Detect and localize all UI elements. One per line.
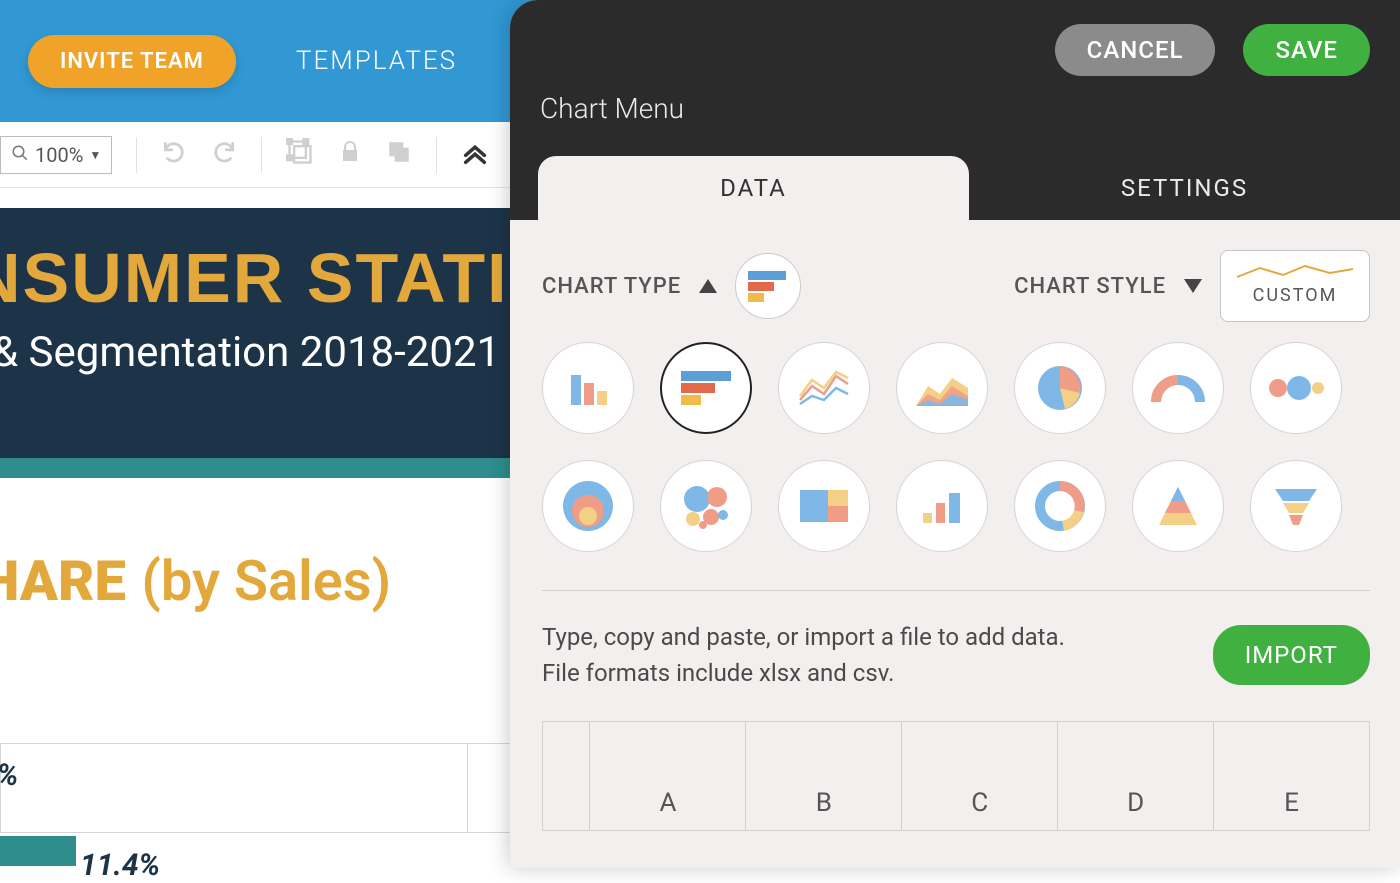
sheet-col-header[interactable]: E xyxy=(1213,722,1369,830)
caret-down-icon: ▼ xyxy=(89,148,101,162)
chart-type-donut-icon[interactable] xyxy=(1014,460,1106,552)
heading-main: HARE xyxy=(0,548,126,614)
zoom-select[interactable]: 100% ▼ xyxy=(0,136,112,174)
redo-icon[interactable] xyxy=(211,139,237,171)
group-icon[interactable] xyxy=(286,138,314,172)
tab-settings[interactable]: SETTINGS xyxy=(969,156,1400,220)
chart-type-pyramid-icon[interactable] xyxy=(1132,460,1224,552)
divider xyxy=(542,590,1370,591)
collapse-icon[interactable] xyxy=(461,139,489,171)
search-icon xyxy=(11,143,29,167)
custom-label: CUSTOM xyxy=(1253,285,1338,306)
chart-type-grid xyxy=(542,342,1370,552)
divider xyxy=(261,137,262,173)
chart-type-funnel-icon[interactable] xyxy=(1250,460,1342,552)
undo-icon[interactable] xyxy=(161,139,187,171)
heading-sub-text: (by Sales) xyxy=(141,548,391,614)
chart-style-custom-button[interactable]: CUSTOM xyxy=(1220,250,1370,322)
chart-type-line-icon[interactable] xyxy=(778,342,870,434)
save-button[interactable]: SAVE xyxy=(1243,24,1370,76)
sheet-col-header[interactable]: C xyxy=(901,722,1057,830)
divider xyxy=(436,137,437,173)
section-heading: HARE (by Sales) xyxy=(0,548,391,614)
chart-type-bubble-cloud-icon[interactable] xyxy=(660,460,752,552)
sheet-col-header[interactable]: A xyxy=(589,722,745,830)
chart-menu-panel: CANCEL SAVE Chart Menu DATA SETTINGS CHA… xyxy=(510,0,1400,868)
panel-title: Chart Menu xyxy=(510,76,1400,125)
caret-down-icon[interactable] xyxy=(1184,279,1202,293)
chart-type-gauge-icon[interactable] xyxy=(1132,342,1224,434)
import-hint: Type, copy and paste, or import a file t… xyxy=(542,619,1065,691)
copy-icon[interactable] xyxy=(386,139,412,171)
import-button[interactable]: IMPORT xyxy=(1213,625,1370,685)
chart-type-multi-pie-icon[interactable] xyxy=(1250,342,1342,434)
chart-type-bar-icon[interactable] xyxy=(660,342,752,434)
zoom-value: 100% xyxy=(35,143,83,167)
chart-type-stacked-bubble-icon[interactable] xyxy=(542,460,634,552)
caret-up-icon[interactable] xyxy=(699,279,717,293)
data-label: 11.4% xyxy=(80,848,160,883)
import-row: Type, copy and paste, or import a file t… xyxy=(542,619,1370,691)
chart-type-pictobar-icon[interactable] xyxy=(896,460,988,552)
sheet-corner xyxy=(543,722,589,830)
panel-body: CHART TYPE CHART STYLE CUSTOM Type, cop xyxy=(510,220,1400,868)
chart-type-area-icon[interactable] xyxy=(896,342,988,434)
invite-team-button[interactable]: INVITE TEAM xyxy=(28,35,236,88)
chart-style-label: CHART STYLE xyxy=(1014,274,1166,299)
tab-data[interactable]: DATA xyxy=(538,156,969,220)
cancel-button[interactable]: CANCEL xyxy=(1055,24,1216,76)
data-sheet[interactable]: A B C D E xyxy=(542,721,1370,831)
templates-link[interactable]: TEMPLATES xyxy=(296,46,457,76)
chart-type-treemap-icon[interactable] xyxy=(778,460,870,552)
data-label: 1% xyxy=(0,758,18,793)
chart-type-row: CHART TYPE CHART STYLE CUSTOM xyxy=(542,250,1370,322)
chart-type-column-icon[interactable] xyxy=(542,342,634,434)
sheet-col-header[interactable]: D xyxy=(1057,722,1213,830)
bar-segment xyxy=(0,836,76,866)
sheet-col-header[interactable]: B xyxy=(745,722,901,830)
lock-icon[interactable] xyxy=(338,138,362,172)
panel-tabs: DATA SETTINGS xyxy=(538,158,1400,220)
chart-type-pie-icon[interactable] xyxy=(1014,342,1106,434)
chart-type-label: CHART TYPE xyxy=(542,274,681,299)
panel-header: CANCEL SAVE Chart Menu DATA SETTINGS xyxy=(510,0,1400,220)
chart-type-preview-icon xyxy=(735,253,801,319)
divider xyxy=(136,137,137,173)
